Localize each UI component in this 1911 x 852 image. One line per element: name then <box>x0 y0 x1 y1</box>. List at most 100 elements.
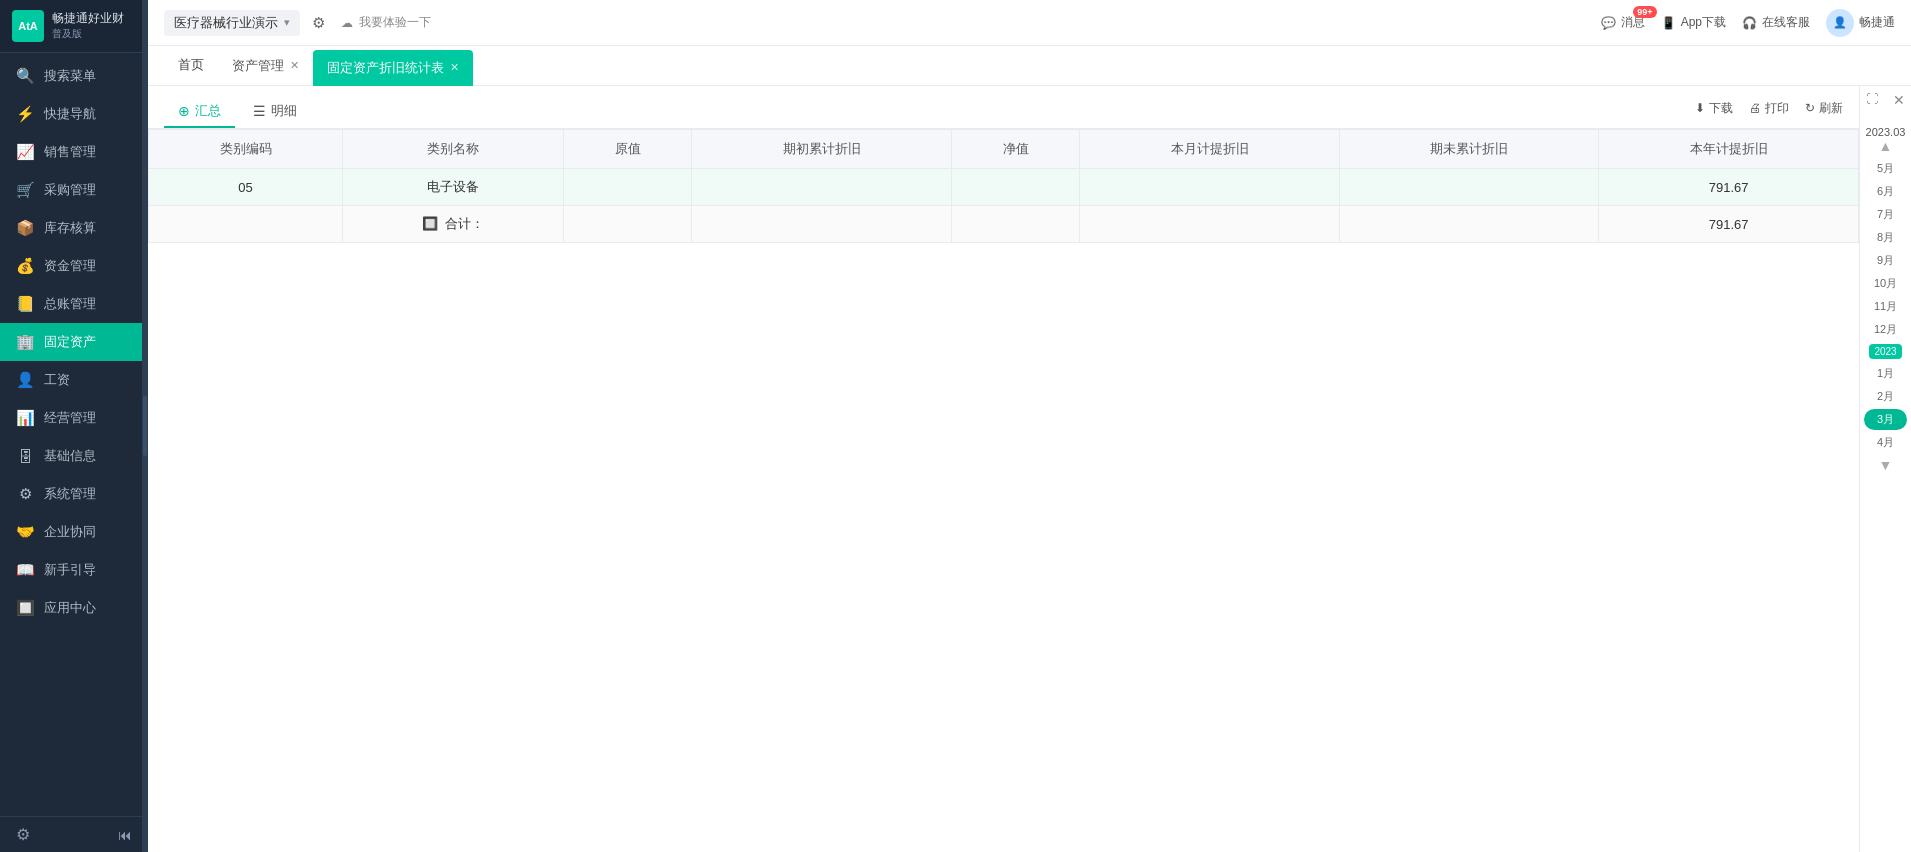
customer-service-btn[interactable]: 🎧 在线客服 <box>1742 14 1810 31</box>
user-btn[interactable]: 👤 畅捷通 <box>1826 9 1895 37</box>
col-net-value: 净值 <box>951 130 1080 169</box>
company-chevron-icon: ▾ <box>284 16 290 29</box>
collapse-icon[interactable]: ⏮ <box>118 827 132 843</box>
panel-month-8月[interactable]: 8月 <box>1864 227 1907 248</box>
sidebar-item-总账管理[interactable]: 📒总账管理 <box>0 285 148 323</box>
sidebar-icon-0: 🔍 <box>16 67 34 85</box>
panel-expand-icon[interactable]: ⛶ <box>1866 92 1878 106</box>
refresh-label: 刷新 <box>1819 100 1843 117</box>
topbar: 医疗器械行业演示 ▾ ⚙ ☁ 我要体验一下 💬 消息 99+ 📱 App下载 🎧… <box>148 0 1911 46</box>
app-download-label: App下载 <box>1681 14 1726 31</box>
sidebar-label-1: 快捷导航 <box>44 105 96 123</box>
panel-month-4月[interactable]: 4月 <box>1864 432 1907 453</box>
tab-asset-label: 资产管理 <box>232 57 284 75</box>
total-annual: 791.67 <box>1599 206 1859 243</box>
total-net <box>951 206 1080 243</box>
sidebar-bottom: ⚙ ⏮ <box>0 816 148 852</box>
subtab-bar: ⊕ 汇总 ☰ 明细 ⬇ 下载 🖨 打印 <box>148 86 1859 129</box>
panel-month-7月[interactable]: 7月 <box>1864 204 1907 225</box>
sidebar-item-工资[interactable]: 👤 工资 <box>0 361 148 399</box>
cell-code: 05 <box>149 169 343 206</box>
sidebar-item-新手引导[interactable]: 📖 新手引导 <box>0 551 148 589</box>
sidebar-item-销售管理[interactable]: 📈销售管理 <box>0 133 148 171</box>
sidebar-item-固定资产[interactable]: 🏢 固定资产 <box>0 323 148 361</box>
depreciation-table: 类别编码 类别名称 原值 期初累计折旧 净值 本月计提折旧 期未累计折旧 本年计… <box>148 129 1859 243</box>
sidebar-item-系统管理[interactable]: ⚙系统管理 <box>0 475 148 513</box>
col-period-end: 期未累计折旧 <box>1339 130 1599 169</box>
panel-months-after: 1月2月3月4月 <box>1860 363 1911 453</box>
panel-scroll-up-icon[interactable]: ▲ <box>1879 138 1893 154</box>
sidebar-icon-13: 📖 <box>16 561 34 579</box>
col-name: 类别名称 <box>343 130 564 169</box>
avatar: 👤 <box>1826 9 1854 37</box>
col-period-start: 期初累计折旧 <box>692 130 952 169</box>
tab-home-label: 首页 <box>178 56 204 74</box>
download-btn[interactable]: ⬇ 下载 <box>1695 100 1733 117</box>
sidebar-icon-11: ⚙ <box>16 485 34 503</box>
panel-year-badge[interactable]: 2023 <box>1869 344 1901 359</box>
total-icon: 🔲 <box>422 216 438 231</box>
sidebar-label-9: 经营管理 <box>44 409 96 427</box>
sidebar-item-采购管理[interactable]: 🛒采购管理 <box>0 171 148 209</box>
total-period-start <box>692 206 952 243</box>
sidebar-label-12: 企业协同 <box>44 523 96 541</box>
refresh-btn[interactable]: ↻ 刷新 <box>1805 100 1843 117</box>
trial-button[interactable]: ☁ 我要体验一下 <box>341 14 431 31</box>
panel-month-9月[interactable]: 9月 <box>1864 250 1907 271</box>
summary-icon: ⊕ <box>178 103 190 119</box>
tab-asset-close-icon[interactable]: ✕ <box>290 59 299 72</box>
sidebar-item-基础信息[interactable]: 🗄基础信息 <box>0 437 148 475</box>
panel-month-12月[interactable]: 12月 <box>1864 319 1907 340</box>
panel-month-10月[interactable]: 10月 <box>1864 273 1907 294</box>
panel-month-5月[interactable]: 5月 <box>1864 158 1907 179</box>
total-text: 合计： <box>445 216 484 231</box>
print-label: 打印 <box>1765 100 1789 117</box>
sidebar-item-经营管理[interactable]: 📊 经营管理 <box>0 399 148 437</box>
panel-close-icon[interactable]: ✕ <box>1893 92 1905 108</box>
sidebar-item-资金管理[interactable]: 💰资金管理 <box>0 247 148 285</box>
print-btn[interactable]: 🖨 打印 <box>1749 100 1789 117</box>
sidebar-label-7: 固定资产 <box>44 333 96 351</box>
panel-month-2月[interactable]: 2月 <box>1864 386 1907 407</box>
col-annual: 本年计提折旧 <box>1599 130 1859 169</box>
right-panel: ✕ ⛶ 2023.03 ▲ 5月6月7月8月9月10月11月12月 2023 1… <box>1859 86 1911 852</box>
sidebar-item-应用中心[interactable]: 🔲应用中心 <box>0 589 148 627</box>
settings-icon[interactable]: ⚙ <box>16 825 30 844</box>
sidebar-item-快捷导航[interactable]: ⚡快捷导航 <box>0 95 148 133</box>
topbar-settings-icon[interactable]: ⚙ <box>312 14 325 32</box>
company-selector[interactable]: 医疗器械行业演示 ▾ <box>164 10 300 36</box>
col-monthly: 本月计提折旧 <box>1080 130 1340 169</box>
sidebar-item-搜索菜单[interactable]: 🔍搜索菜单 <box>0 57 148 95</box>
sidebar-icon-12: 🤝 <box>16 523 34 541</box>
subtab-summary[interactable]: ⊕ 汇总 <box>164 96 235 128</box>
refresh-icon: ↻ <box>1805 101 1815 115</box>
sidebar-label-13: 新手引导 <box>44 561 96 579</box>
content-area: ⊕ 汇总 ☰ 明细 ⬇ 下载 🖨 打印 <box>148 86 1911 852</box>
panel-month-1月[interactable]: 1月 <box>1864 363 1907 384</box>
sidebar-label-8: 工资 <box>44 371 70 389</box>
logo-title: 畅捷通好业财 <box>52 11 124 27</box>
panel-month-6月[interactable]: 6月 <box>1864 181 1907 202</box>
tab-asset-management[interactable]: 资产管理 ✕ <box>218 46 313 86</box>
sidebar-icon-7: 🏢 <box>16 333 34 351</box>
mobile-icon: 📱 <box>1661 16 1676 30</box>
total-row: 🔲 合计： 791.67 <box>149 206 1859 243</box>
subtab-detail[interactable]: ☰ 明细 <box>239 96 311 128</box>
sidebar-icon-8: 👤 <box>16 371 34 389</box>
sidebar-item-库存核算[interactable]: 📦库存核算 <box>0 209 148 247</box>
sidebar-label-3: 采购管理 <box>44 181 96 199</box>
sidebar-icon-9: 📊 <box>16 409 34 427</box>
panel-month-11月[interactable]: 11月 <box>1864 296 1907 317</box>
message-btn[interactable]: 💬 消息 99+ <box>1601 14 1645 31</box>
tab-home[interactable]: 首页 <box>164 46 218 86</box>
panel-month-3月[interactable]: 3月 <box>1864 409 1907 430</box>
sidebar-item-企业协同[interactable]: 🤝 企业协同 <box>0 513 148 551</box>
col-original: 原值 <box>563 130 692 169</box>
tab-depreciation-close-icon[interactable]: ✕ <box>450 61 459 74</box>
tabbar: 首页 资产管理 ✕ 固定资产折旧统计表 ✕ <box>148 46 1911 86</box>
app-download-btn[interactable]: 📱 App下载 <box>1661 14 1726 31</box>
download-icon: ⬇ <box>1695 101 1705 115</box>
panel-scroll-down-icon[interactable]: ▼ <box>1879 457 1893 473</box>
tab-depreciation-table[interactable]: 固定资产折旧统计表 ✕ <box>313 50 473 86</box>
panel-year-label: 2023.03 <box>1866 126 1906 138</box>
